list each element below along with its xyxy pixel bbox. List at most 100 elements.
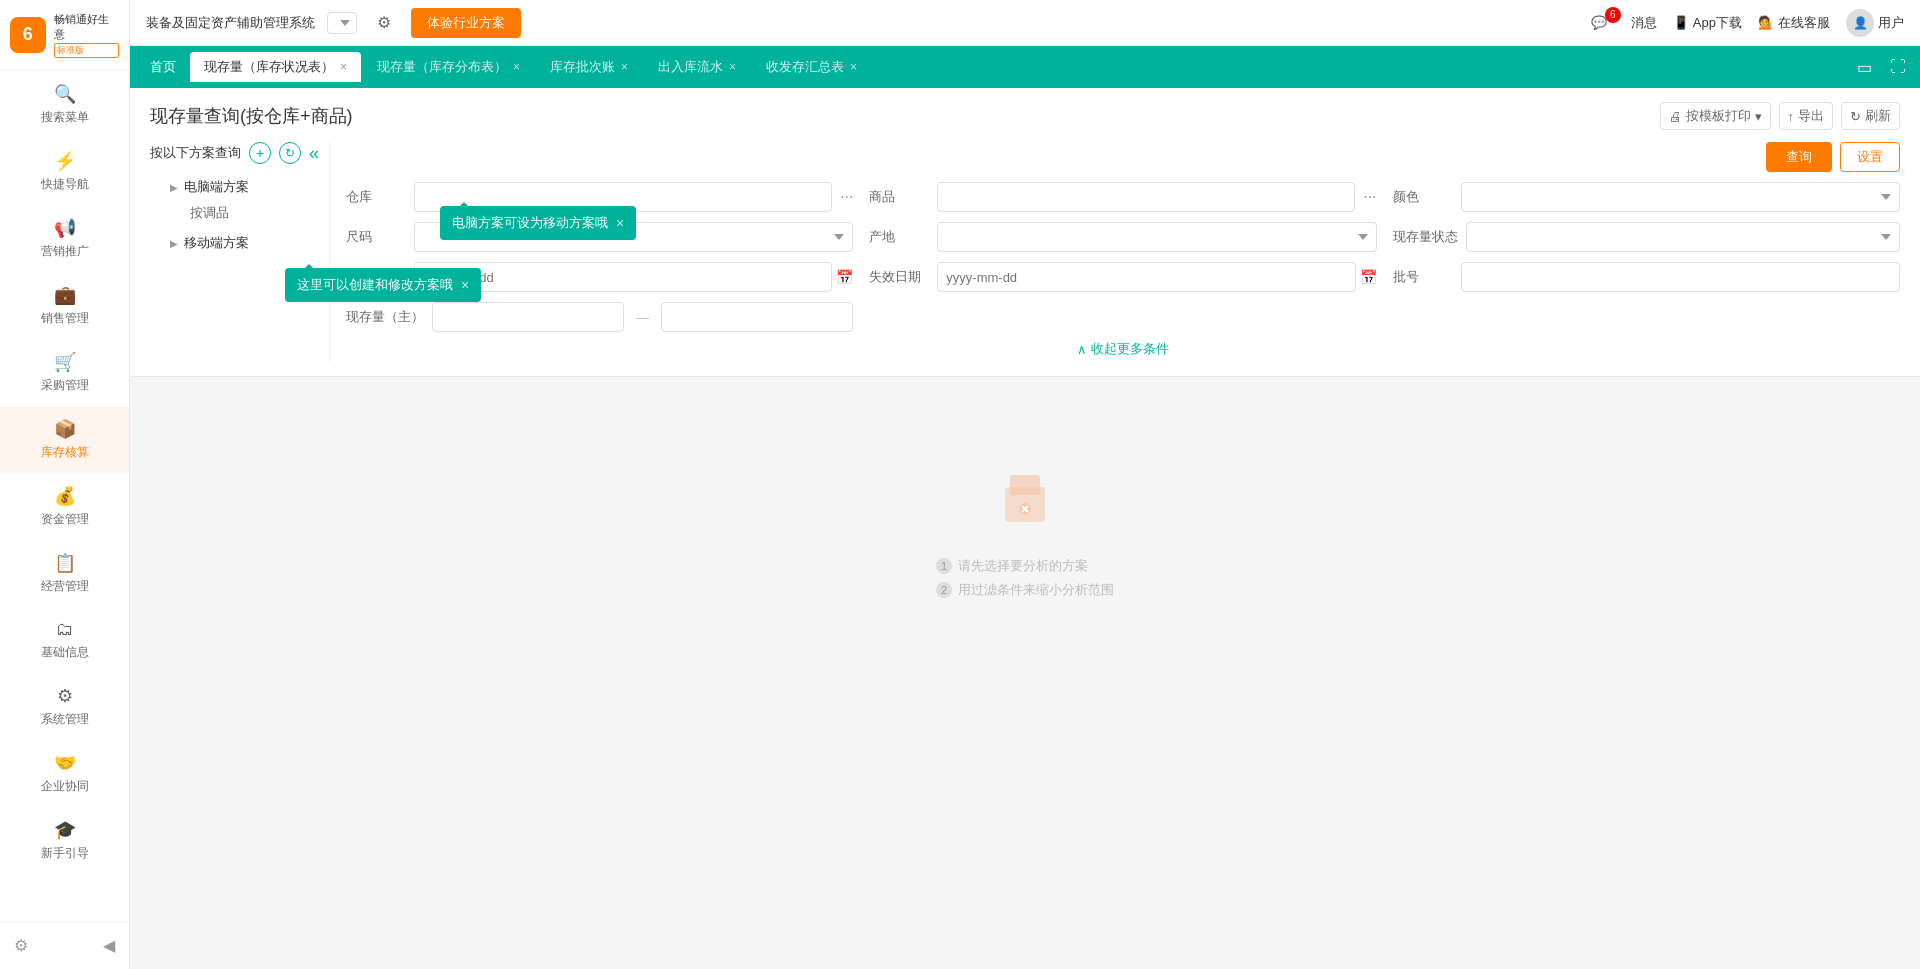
refresh-icon: ↻ <box>1850 109 1861 124</box>
condition-label: 现存量（主） <box>346 308 424 326</box>
user-btn[interactable]: 👤 用户 <box>1846 9 1904 37</box>
batch-input[interactable] <box>1461 262 1900 292</box>
online-icon: 💁 <box>1758 15 1774 30</box>
tab-collect-send[interactable]: 收发存汇总表 × <box>752 52 871 82</box>
sidebar-item-finance[interactable]: 💰 资金管理 <box>0 473 129 540</box>
refresh-btn[interactable]: ↻ 刷新 <box>1841 102 1900 130</box>
condition-goods: 商品 ··· <box>869 182 1376 212</box>
empty-state: 1 请先选择要分析的方案 2 用过滤条件来缩小分析范围 <box>130 377 1920 685</box>
sidebar-item-label: 企业协同 <box>41 778 89 795</box>
user-label: 用户 <box>1878 14 1904 32</box>
sidebar-item-enterprise[interactable]: 🤝 企业协同 <box>0 740 129 807</box>
search-panel: 现存量查询(按仓库+商品) 🖨 按模板打印 ▾ ↑ 导出 ↻ 刷新 <box>130 88 1920 377</box>
system-icon: ⚙ <box>57 685 73 707</box>
sidebar-item-label: 销售管理 <box>41 310 89 327</box>
scheme-item-pc[interactable]: 按调品 <box>170 200 319 226</box>
print-btn[interactable]: 🖨 按模板打印 ▾ <box>1660 102 1771 130</box>
export-btn[interactable]: ↑ 导出 <box>1779 102 1834 130</box>
tab-minimize-btn[interactable]: ▭ <box>1851 56 1878 79</box>
scheme-group-header-mobile[interactable]: ▶ 移动端方案 <box>170 230 319 256</box>
date-row: 📅 <box>937 262 1376 292</box>
filter-add-btn[interactable]: + <box>249 142 271 164</box>
sidebar-item-sales[interactable]: 💼 销售管理 <box>0 272 129 339</box>
stock-min-input[interactable] <box>432 302 624 332</box>
sidebar-item-search[interactable]: 🔍 搜索菜单 <box>0 71 129 138</box>
tooltip-close-btn[interactable]: × <box>616 215 624 231</box>
filter-panel: 按以下方案查询 + ↻ « ▶ 电脑端方案 按调品 <box>150 142 1900 362</box>
print-label: 按模板打印 <box>1686 107 1751 125</box>
more-dots-icon[interactable]: ··· <box>1363 188 1376 206</box>
scheme-toggle-icon: ▶ <box>170 182 178 193</box>
sidebar-item-label: 基础信息 <box>41 644 89 661</box>
tab-batch-ledger[interactable]: 库存批次账 × <box>536 52 642 82</box>
collapse-btn[interactable]: ∧ 收起更多条件 <box>346 332 1900 362</box>
sidebar-item-guide[interactable]: 🎓 新手引导 <box>0 807 129 874</box>
stock-state-select[interactable] <box>1466 222 1900 252</box>
tooltip-close-btn[interactable]: × <box>461 277 469 293</box>
inventory-icon: 📦 <box>54 418 76 440</box>
reset-btn[interactable]: 设置 <box>1840 142 1900 172</box>
range-dash: — <box>636 310 649 325</box>
tab-close-icon[interactable]: × <box>513 61 520 73</box>
app-download-btn[interactable]: 📱 App下载 <box>1673 14 1742 32</box>
tip-text: 用过滤条件来缩小分析范围 <box>958 581 1114 599</box>
goods-input[interactable] <box>937 182 1355 212</box>
sidebar-item-purchase[interactable]: 🛒 采购管理 <box>0 339 129 406</box>
tab-inventory-dist[interactable]: 现存量（库存分布表） × <box>363 52 534 82</box>
condition-color: 颜色 <box>1393 182 1900 212</box>
sidebar-item-marketing[interactable]: 📢 营销推广 <box>0 205 129 272</box>
tab-close-icon[interactable]: × <box>850 61 857 73</box>
query-btn[interactable]: 查询 <box>1766 142 1832 172</box>
header-left: 装备及固定资产辅助管理系统 ⚙ 体验行业方案 <box>146 8 521 38</box>
message-label: 消息 <box>1631 14 1657 32</box>
system-select[interactable] <box>327 12 357 34</box>
sidebar-item-label: 采购管理 <box>41 377 89 394</box>
tab-inout-flow[interactable]: 出入库流水 × <box>644 52 750 82</box>
sidebar-item-system[interactable]: ⚙ 系统管理 <box>0 673 129 740</box>
empty-tip-2: 2 用过滤条件来缩小分析范围 <box>936 581 1114 599</box>
sidebar-item-label: 经营管理 <box>41 578 89 595</box>
stock-max-input[interactable] <box>661 302 853 332</box>
calendar-icon[interactable]: 📅 <box>836 269 853 285</box>
tab-maximize-btn[interactable]: ⛶ <box>1884 56 1912 79</box>
sales-icon: 💼 <box>54 284 76 306</box>
more-dots-icon[interactable]: ··· <box>840 188 853 206</box>
online-service-btn[interactable]: 💁 在线客服 <box>1758 14 1830 32</box>
color-select[interactable] <box>1461 182 1900 212</box>
sidebar-item-quick[interactable]: ⚡ 快捷导航 <box>0 138 129 205</box>
basic-icon: 🗂 <box>56 619 74 640</box>
message-btn[interactable]: 💬 6 消息 <box>1591 14 1657 32</box>
sidebar-item-basic[interactable]: 🗂 基础信息 <box>0 607 129 673</box>
sidebar-item-inventory[interactable]: 📦 库存核算 <box>0 406 129 473</box>
scheme-list: ▶ 电脑端方案 按调品 ▶ 移动端方案 <box>150 174 319 256</box>
purchase-icon: 🛒 <box>54 351 76 373</box>
origin-select[interactable] <box>937 222 1376 252</box>
tooltip-pc-scheme: 电脑方案可设为移动方案哦 × <box>440 206 636 240</box>
tip-num: 1 <box>936 558 952 574</box>
tab-close-icon[interactable]: × <box>340 61 347 73</box>
expire-date-input[interactable] <box>937 262 1355 292</box>
condition-stock-main: 现存量（主） — <box>346 302 853 332</box>
header-gear-btn[interactable]: ⚙ <box>369 8 399 38</box>
user-avatar: 👤 <box>1846 9 1874 37</box>
system-name: 装备及固定资产辅助管理系统 <box>146 14 315 32</box>
chevron-down-icon: ▾ <box>1755 109 1762 124</box>
sidebar-item-operations[interactable]: 📋 经营管理 <box>0 540 129 607</box>
tab-inventory-status[interactable]: 现存量（库存状况表） × <box>190 52 361 82</box>
finance-icon: 💰 <box>54 485 76 507</box>
conditions-grid: 仓库 ··· 商品 ··· 颜色 <box>346 182 1900 332</box>
trial-btn[interactable]: 体验行业方案 <box>411 8 521 38</box>
filter-cycle-btn[interactable]: ↻ <box>279 142 301 164</box>
tab-close-icon[interactable]: × <box>729 61 736 73</box>
settings-bottom-btn[interactable]: ⚙ <box>10 932 32 959</box>
filter-back-btn[interactable]: « <box>309 143 319 164</box>
refresh-label: 刷新 <box>1865 107 1891 125</box>
calendar-icon[interactable]: 📅 <box>1360 269 1377 285</box>
condition-label: 颜色 <box>1393 188 1453 206</box>
filter-right: 查询 设置 仓库 ··· 商品 ··· <box>330 142 1900 362</box>
main-area: 装备及固定资产辅助管理系统 ⚙ 体验行业方案 💬 6 消息 📱 App下载 💁 … <box>130 0 1920 969</box>
tab-home[interactable]: 首页 <box>138 52 188 82</box>
collapse-sidebar-btn[interactable]: ◀ <box>99 932 119 959</box>
scheme-group-header-pc[interactable]: ▶ 电脑端方案 <box>170 174 319 200</box>
tab-close-icon[interactable]: × <box>621 61 628 73</box>
